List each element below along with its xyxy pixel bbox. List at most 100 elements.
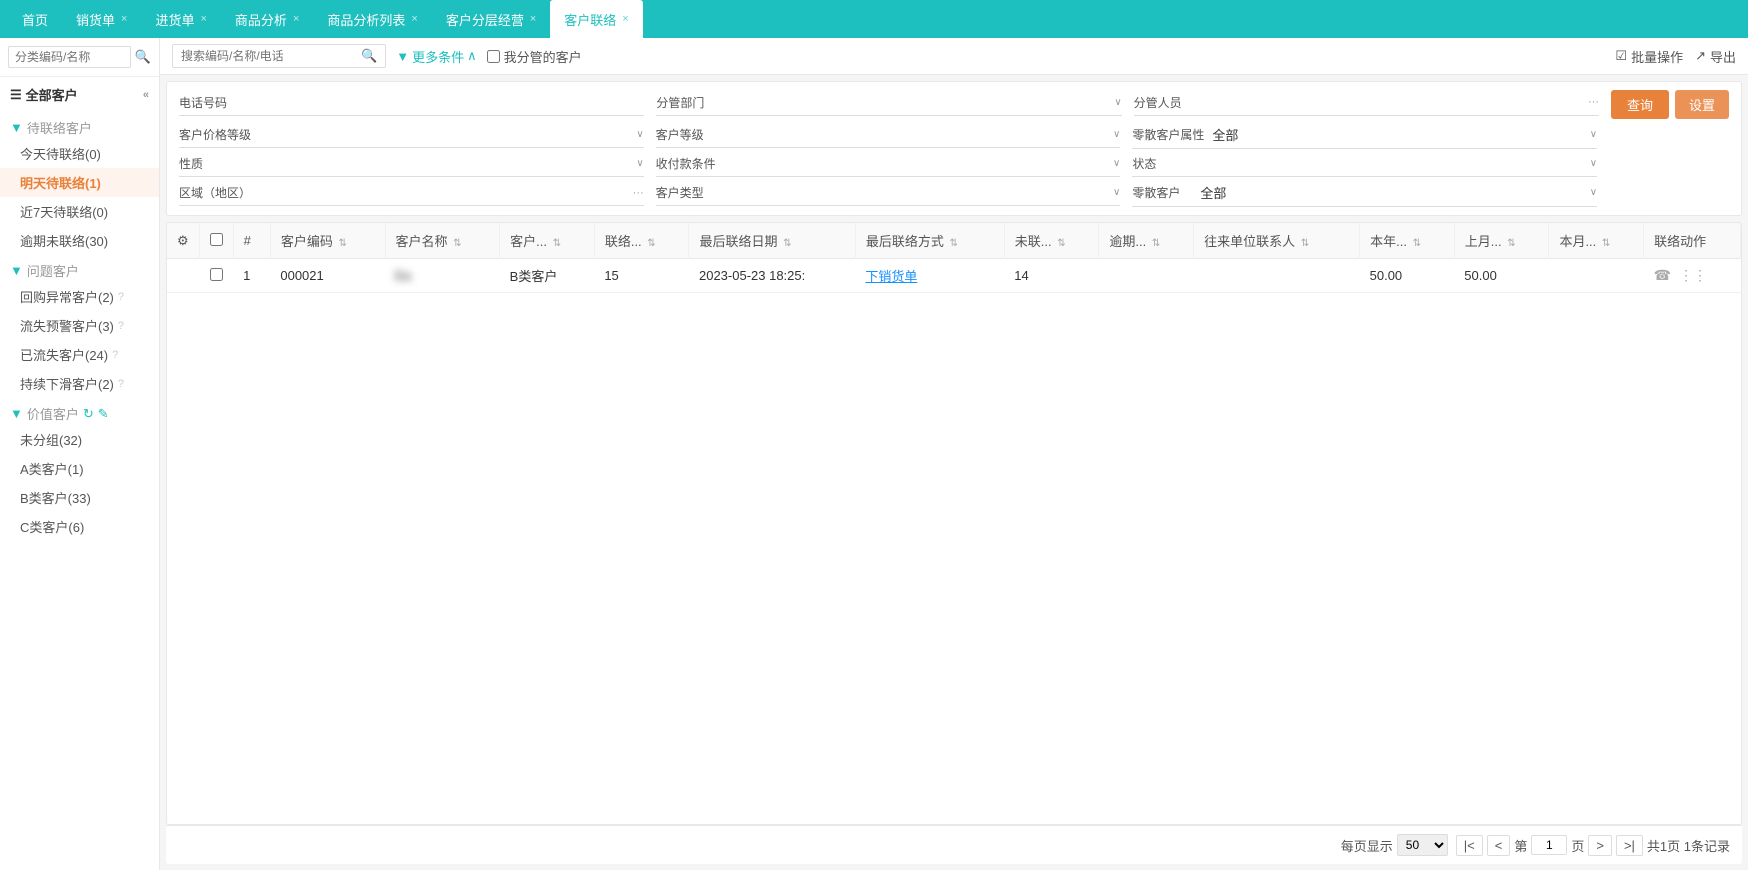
sidebar-item-type-a[interactable]: A类客户(1) <box>0 454 159 483</box>
next-page-btn[interactable]: > <box>1588 835 1612 856</box>
chevron-down-icon: ∨ <box>1113 158 1120 169</box>
dots-icon[interactable]: ··· <box>1588 96 1599 108</box>
filter-row-4: 区域（地区） ··· 客户类型 ∨ 零散客户 全部 ∨ <box>179 183 1729 207</box>
filter-customer-type[interactable]: 客户类型 ∨ <box>656 184 1121 206</box>
more-conditions-btn[interactable]: ▼ 更多条件 ∧ <box>396 47 476 66</box>
col-last-date[interactable]: 最后联络日期 ⇅ <box>689 223 855 259</box>
col-unit-contact[interactable]: 往来单位联系人 ⇅ <box>1194 223 1360 259</box>
reset-button[interactable]: 设置 <box>1675 90 1729 119</box>
content-area: 🔍 ▼ 更多条件 ∧ 我分管的客户 ☑ 批量操作 ↗ 导出 <box>160 38 1748 870</box>
row-action: ☎ ⋮⋮ <box>1644 259 1741 293</box>
section-problem-customers: ▼ 问题客户 <box>0 255 159 282</box>
search-input[interactable] <box>181 49 361 63</box>
status-select[interactable]: ∨ <box>1200 158 1597 169</box>
col-last-month[interactable]: 上月... ⇅ <box>1454 223 1549 259</box>
per-page-label: 每页显示 <box>1341 836 1393 855</box>
col-checkbox[interactable] <box>199 223 233 259</box>
sidebar-item-declining[interactable]: 持续下滑客户(2) ? <box>0 369 159 398</box>
export-btn[interactable]: ↗ 导出 <box>1695 47 1736 66</box>
row-select-checkbox[interactable] <box>210 268 223 281</box>
filter-region: 区域（地区） ··· <box>179 184 644 206</box>
customer-type-select[interactable]: ∨ <box>724 187 1121 198</box>
sidebar-item-churn-warning[interactable]: 流失预警客户(3) ? <box>0 311 159 340</box>
phone-input[interactable] <box>247 95 644 109</box>
nav-close-icon[interactable]: × <box>121 13 127 25</box>
row-type: B类客户 <box>500 259 595 293</box>
col-this-month[interactable]: 本月... ⇅ <box>1549 223 1644 259</box>
all-customers-label: 全部客户 <box>26 85 78 104</box>
batch-op-btn[interactable]: ☑ 批量操作 <box>1615 47 1683 66</box>
col-code[interactable]: 客户编码 ⇅ <box>270 223 385 259</box>
more-action-icon[interactable]: ⋮⋮ <box>1679 267 1707 284</box>
filter-payment[interactable]: 收付款条件 ∨ <box>656 155 1121 177</box>
refresh-icon[interactable]: ↻ <box>83 406 94 422</box>
nav-goods-analysis-list[interactable]: 商品分析列表 × <box>313 0 431 38</box>
nav-customer-tier[interactable]: 客户分层经营 × <box>432 0 550 38</box>
filter-customer-level[interactable]: 客户等级 ∨ <box>656 126 1121 148</box>
nav-close-icon[interactable]: × <box>200 13 206 25</box>
sidebar-item-7days[interactable]: 近7天待联络(0) <box>0 197 159 226</box>
sidebar-item-type-b[interactable]: B类客户(33) <box>0 483 159 512</box>
table-header-row: ⚙ # 客户编码 ⇅ 客户名称 ⇅ 客户... ⇅ 联络... ⇅ 最后联络日期… <box>167 223 1741 259</box>
edit-icon[interactable]: ✎ <box>98 406 109 422</box>
payment-select[interactable]: ∨ <box>724 158 1121 169</box>
dots-icon[interactable]: ··· <box>633 187 644 199</box>
nav-customer-contact[interactable]: 客户联络 × <box>550 0 642 38</box>
col-type[interactable]: 客户... ⇅ <box>500 223 595 259</box>
nav-close-icon[interactable]: × <box>622 13 628 25</box>
col-name[interactable]: 客户名称 ⇅ <box>385 223 500 259</box>
select-all-checkbox[interactable] <box>210 233 223 246</box>
sidebar-item-today[interactable]: 今天待联络(0) <box>0 139 159 168</box>
nav-home[interactable]: 首页 <box>8 0 62 38</box>
sidebar-item-repurchase-abnormal[interactable]: 回购异常客户(2) ? <box>0 282 159 311</box>
sidebar-item-churned[interactable]: 已流失客户(24) ? <box>0 340 159 369</box>
nav-purchase[interactable]: 进货单 × <box>141 0 220 38</box>
my-customers-checkbox[interactable]: 我分管的客户 <box>487 47 582 66</box>
row-last-method[interactable]: 下销货单 <box>855 259 1004 293</box>
sidebar-search-icon[interactable]: 🔍 <box>135 49 151 65</box>
query-button[interactable]: 查询 <box>1611 90 1669 119</box>
sidebar-item-type-c[interactable]: C类客户(6) <box>0 512 159 541</box>
nav-goods-analysis[interactable]: 商品分析 × <box>221 0 313 38</box>
filter-status[interactable]: 状态 ∨ <box>1132 155 1597 177</box>
col-settings[interactable]: ⚙ <box>167 223 199 259</box>
nav-close-icon[interactable]: × <box>530 13 536 25</box>
filter-retail-attr[interactable]: 零散客户属性 全部 ∨ <box>1132 125 1597 149</box>
sidebar-item-overdue[interactable]: 逾期未联络(30) <box>0 226 159 255</box>
search-icon[interactable]: 🔍 <box>361 48 377 64</box>
my-customers-check[interactable] <box>487 50 500 63</box>
last-page-btn[interactable]: >| <box>1616 835 1643 856</box>
nav-sales[interactable]: 销货单 × <box>62 0 141 38</box>
sidebar-search-input[interactable] <box>8 46 131 68</box>
prev-page-btn[interactable]: < <box>1487 835 1511 856</box>
nature-select[interactable]: ∨ <box>247 158 644 169</box>
price-level-select[interactable]: ∨ <box>259 129 644 140</box>
col-not-contacted[interactable]: 未联... ⇅ <box>1004 223 1099 259</box>
filter-nature[interactable]: 性质 ∨ <box>179 155 644 177</box>
col-last-method[interactable]: 最后联络方式 ⇅ <box>855 223 1004 259</box>
filter-area: 电话号码 分管部门 ∨ 分管人员 ··· 查询 设置 <box>166 81 1742 216</box>
filter-retail-customer[interactable]: 零散客户 全部 ∨ <box>1132 183 1597 207</box>
col-contact[interactable]: 联络... ⇅ <box>594 223 689 259</box>
contact-icon[interactable]: ☎ <box>1654 267 1671 284</box>
filter-manager: 分管人员 ··· <box>1134 94 1599 116</box>
row-code: 000021 <box>270 259 385 293</box>
nav-close-icon[interactable]: × <box>411 13 417 25</box>
per-page-dropdown[interactable]: 50 100 200 <box>1397 834 1448 856</box>
filter-price-level[interactable]: 客户价格等级 ∨ <box>179 126 644 148</box>
page-input[interactable] <box>1531 835 1567 855</box>
sidebar-item-tomorrow[interactable]: 明天待联络(1) <box>0 168 159 197</box>
customer-level-select[interactable]: ∨ <box>724 129 1121 140</box>
all-customers-header[interactable]: ☰ 全部客户 « <box>0 77 159 112</box>
col-this-year[interactable]: 本年... ⇅ <box>1360 223 1455 259</box>
first-page-btn[interactable]: |< <box>1456 835 1483 856</box>
filter-dept[interactable]: 分管部门 ∨ <box>656 94 1121 116</box>
row-checkbox[interactable] <box>199 259 233 293</box>
nav-close-icon[interactable]: × <box>293 13 299 25</box>
chevron-down-icon: ∨ <box>1113 129 1120 140</box>
dept-select[interactable]: ∨ <box>724 97 1121 108</box>
sidebar-item-ungrouped[interactable]: 未分组(32) <box>0 425 159 454</box>
retail-customer-select[interactable]: 全部 ∨ <box>1200 183 1597 202</box>
col-overdue[interactable]: 逾期... ⇅ <box>1099 223 1194 259</box>
retail-attr-select[interactable]: 全部 ∨ <box>1212 125 1597 144</box>
